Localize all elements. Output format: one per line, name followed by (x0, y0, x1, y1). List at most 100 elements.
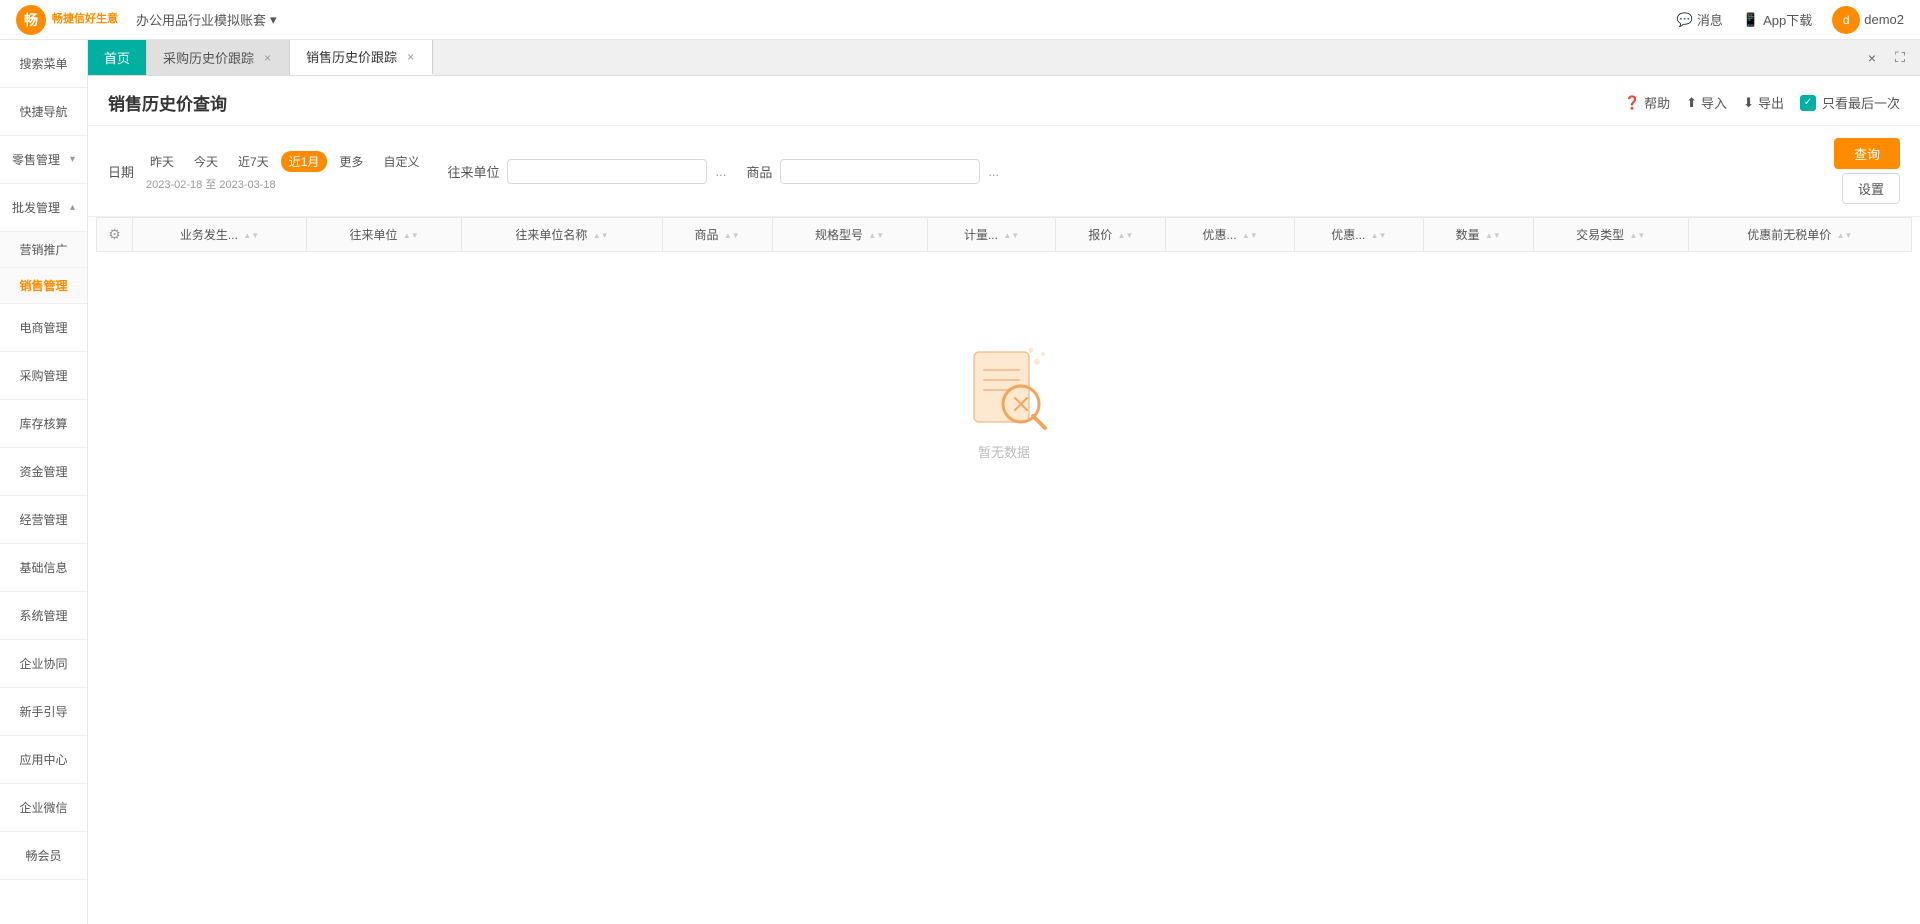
product-input[interactable] (780, 159, 980, 184)
sidebar-item-basic-info[interactable]: 基础信息 (0, 544, 87, 592)
col-counterparty-name-sort: ▲▼ (593, 231, 609, 240)
sidebar-item-purchase-mgmt[interactable]: 采购管理 (0, 352, 87, 400)
sidebar-item-ecommerce-mgmt[interactable]: 电商管理 (0, 304, 87, 352)
dropdown-arrow-icon: ▾ (270, 12, 277, 28)
tab-sales-history-close[interactable]: × (405, 48, 416, 66)
col-spec-sort: ▲▼ (868, 231, 884, 240)
sidebar-label-inventory-check: 库存核算 (19, 415, 67, 432)
col-quantity-label: 数量 (1456, 228, 1480, 242)
page-header-actions: ❓ 帮助 ⬆ 导入 ⬇ 导出 ✓ 只看最后一次 (1624, 93, 1900, 112)
col-biz-date-sort: ▲▼ (243, 231, 259, 240)
sidebar-item-operations-mgmt[interactable]: 经营管理 (0, 496, 87, 544)
col-price-sort: ▲▼ (1118, 231, 1134, 240)
date-btn-last7days[interactable]: 近7天 (230, 151, 277, 172)
sidebar-item-new-guide[interactable]: 新手引导 (0, 688, 87, 736)
fullscreen-button[interactable]: ⛶ (1888, 46, 1912, 70)
avatar: d (1832, 6, 1860, 34)
counterparty-filter-label: 往来单位 (447, 162, 499, 181)
tab-sales-history[interactable]: 销售历史价跟踪 × (290, 40, 433, 75)
tab-purchase-history[interactable]: 采购历史价跟踪 × (147, 40, 290, 75)
data-table: ⚙ 业务发生... ▲▼ 往来单位 ▲▼ 往来单位名称 (96, 217, 1912, 252)
sidebar-item-retail-mgmt[interactable]: 零售管理 ▾ (0, 136, 87, 184)
user-action[interactable]: d demo2 (1832, 6, 1904, 34)
sidebar-label-finance-mgmt: 资金管理 (19, 463, 67, 480)
col-pretax-price-label: 优惠前无税单价 (1747, 228, 1831, 242)
import-action[interactable]: ⬆ 导入 (1686, 93, 1727, 112)
query-button[interactable]: 查询 (1834, 138, 1900, 169)
col-spec-label: 规格型号 (815, 228, 863, 242)
col-unit-label: 计量... (964, 228, 998, 242)
sidebar-item-inventory-check[interactable]: 库存核算 (0, 400, 87, 448)
sidebar-item-system-mgmt[interactable]: 系统管理 (0, 592, 87, 640)
col-price[interactable]: 报价 ▲▼ (1056, 218, 1166, 252)
empty-text: 暂无数据 (978, 442, 1030, 461)
col-discount2-label: 优惠... (1331, 228, 1365, 242)
export-action[interactable]: ⬇ 导出 (1743, 93, 1784, 112)
col-spec[interactable]: 规格型号 ▲▼ (772, 218, 927, 252)
date-btn-more[interactable]: 更多 (331, 151, 371, 172)
sidebar-item-enterprise-wechat[interactable]: 企业微信 (0, 784, 87, 832)
sidebar-item-search-menu[interactable]: 搜索菜单 (0, 40, 87, 88)
product-dots[interactable]: ... (988, 164, 999, 179)
help-action[interactable]: ❓ 帮助 (1624, 93, 1670, 112)
close-all-tabs-button[interactable]: × (1860, 46, 1884, 70)
content-area: 首页 采购历史价跟踪 × 销售历史价跟踪 × × ⛶ 销售历史价查询 (88, 40, 1920, 924)
retail-arrow-icon: ▾ (70, 154, 75, 165)
app-download-label: App下载 (1763, 10, 1812, 29)
product-filter-group: 商品 ... (746, 159, 999, 184)
counterparty-dots[interactable]: ... (715, 164, 726, 179)
sidebar-label-marketing-promo: 营销推广 (19, 241, 67, 258)
sidebar-label-sales-mgmt: 销售管理 (19, 277, 67, 294)
date-btn-last1month[interactable]: 近1月 (281, 151, 328, 172)
sidebar-item-marketing-promo[interactable]: 营销推广 (0, 232, 87, 268)
top-header: 畅 畅捷信好生意 办公用品行业模拟账套 ▾ 💬 消息 📱 App下载 d dem… (0, 0, 1920, 40)
table-area: ⚙ 业务发生... ▲▼ 往来单位 ▲▼ 往来单位名称 (88, 217, 1920, 541)
sidebar-label-quick-nav: 快捷导航 (19, 103, 67, 120)
col-counterparty-name[interactable]: 往来单位名称 ▲▼ (462, 218, 662, 252)
col-product[interactable]: 商品 ▲▼ (662, 218, 772, 252)
date-btn-today[interactable]: 今天 (186, 151, 226, 172)
col-quantity[interactable]: 数量 ▲▼ (1423, 218, 1533, 252)
tab-purchase-history-close[interactable]: × (262, 49, 273, 67)
only-latest-checkbox[interactable]: ✓ (1800, 95, 1816, 111)
help-icon: ❓ (1624, 95, 1640, 111)
header-left: 畅 畅捷信好生意 办公用品行业模拟账套 ▾ (16, 5, 285, 35)
message-action[interactable]: 💬 消息 (1677, 10, 1723, 29)
sidebar-item-finance-mgmt[interactable]: 资金管理 (0, 448, 87, 496)
counterparty-input[interactable] (507, 159, 707, 184)
col-discount2[interactable]: 优惠... ▲▼ (1295, 218, 1424, 252)
header-right: 💬 消息 📱 App下载 d demo2 (1677, 6, 1904, 34)
date-btn-yesterday[interactable]: 昨天 (142, 151, 182, 172)
sidebar-label-new-guide: 新手引导 (19, 703, 67, 720)
company-selector[interactable]: 办公用品行业模拟账套 ▾ (128, 10, 285, 29)
sidebar-label-retail-mgmt: 零售管理 (12, 151, 60, 168)
col-quantity-sort: ▲▼ (1485, 231, 1501, 240)
tab-home[interactable]: 首页 (88, 40, 147, 75)
sidebar-item-enterprise-collab[interactable]: 企业协同 (0, 640, 87, 688)
sidebar-item-app-center[interactable]: 应用中心 (0, 736, 87, 784)
only-latest-area[interactable]: ✓ 只看最后一次 (1800, 93, 1900, 112)
help-label: 帮助 (1644, 93, 1670, 112)
message-icon: 💬 (1677, 12, 1693, 28)
sidebar-item-sales-mgmt[interactable]: 销售管理 (0, 268, 87, 304)
counterparty-filter-group: 往来单位 ... (447, 159, 726, 184)
col-trade-type[interactable]: 交易类型 ▲▼ (1533, 218, 1688, 252)
col-counterparty-name-label: 往来单位名称 (515, 228, 587, 242)
date-btn-custom[interactable]: 自定义 (375, 151, 427, 172)
table-settings-col[interactable]: ⚙ (97, 218, 133, 252)
product-filter-label: 商品 (746, 162, 772, 181)
empty-state: 暂无数据 (96, 252, 1912, 541)
app-download-action[interactable]: 📱 App下载 (1743, 10, 1812, 29)
sidebar-item-wholesale-mgmt[interactable]: 批发管理 ▴ (0, 184, 87, 232)
col-product-label: 商品 (695, 228, 719, 242)
gear-icon[interactable]: ⚙ (108, 226, 121, 242)
col-biz-date[interactable]: 业务发生... ▲▼ (133, 218, 307, 252)
sidebar-item-member-club[interactable]: 畅会员 (0, 832, 87, 880)
col-discount1[interactable]: 优惠... ▲▼ (1166, 218, 1295, 252)
col-counterparty[interactable]: 往来单位 ▲▼ (307, 218, 462, 252)
col-unit[interactable]: 计量... ▲▼ (927, 218, 1056, 252)
col-trade-type-sort: ▲▼ (1629, 231, 1645, 240)
col-pretax-price[interactable]: 优惠前无税单价 ▲▼ (1688, 218, 1911, 252)
sidebar-item-quick-nav[interactable]: 快捷导航 (0, 88, 87, 136)
settings-button[interactable]: 设置 (1842, 173, 1900, 204)
